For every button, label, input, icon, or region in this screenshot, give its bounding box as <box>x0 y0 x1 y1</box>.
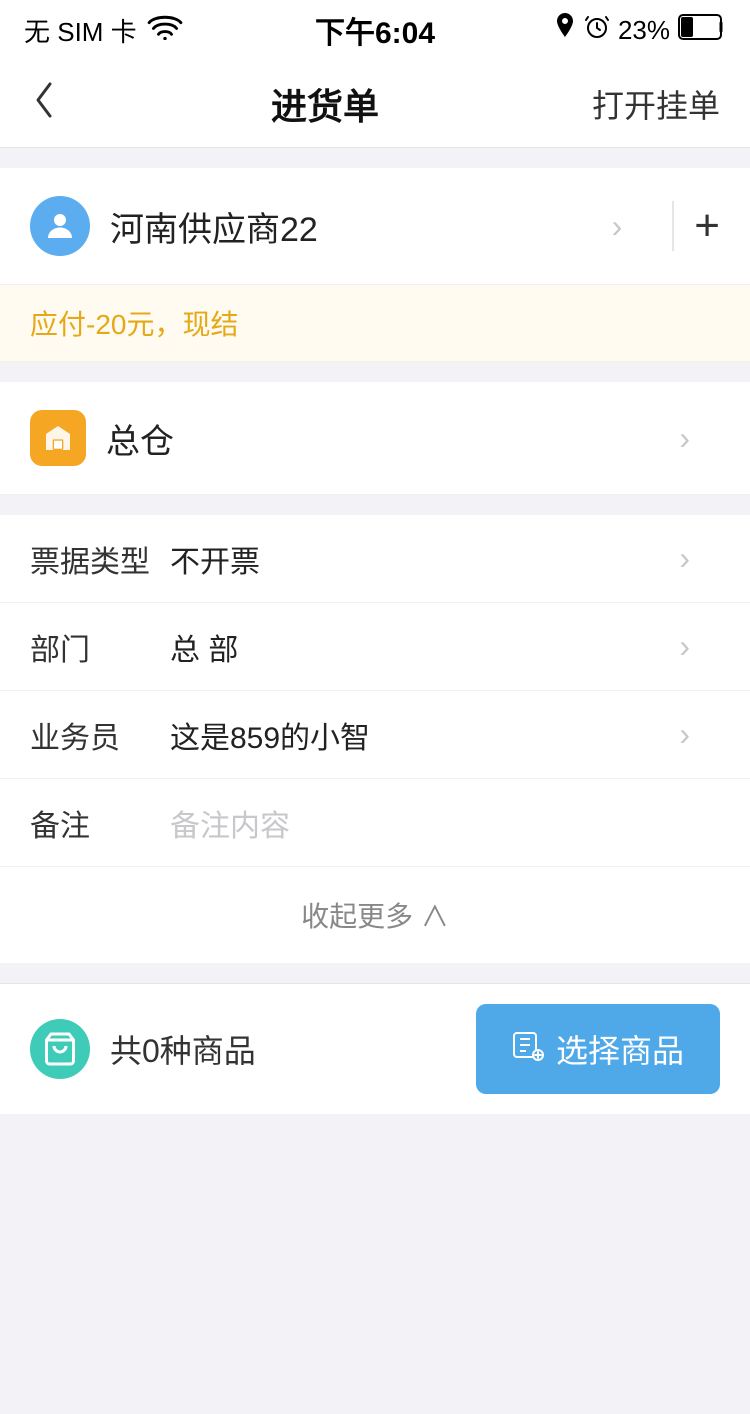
supplier-row[interactable]: 河南供应商22 › + <box>0 168 750 285</box>
carrier-label: 无 SIM 卡 <box>24 12 137 49</box>
product-count: 共0种商品 <box>110 1026 456 1072</box>
department-row[interactable]: 部门 总 部 › <box>0 603 750 691</box>
status-bar: 无 SIM 卡 下午6:04 23% <box>0 0 750 60</box>
invoice-chevron-icon: › <box>679 540 690 577</box>
form-section: 票据类型 不开票 › 部门 总 部 › 业务员 这是859的小智 › 备注 备注… <box>0 515 750 963</box>
page-title: 进货单 <box>271 78 379 130</box>
open-pending-button[interactable]: 打开挂单 <box>592 81 720 127</box>
collapse-label: 收起更多 ∧ <box>301 895 449 935</box>
supplier-name: 河南供应商22 <box>110 202 612 251</box>
status-right: 23% <box>554 13 726 48</box>
section-gap-2 <box>0 362 750 382</box>
main-background <box>0 1114 750 1414</box>
collapse-row[interactable]: 收起更多 ∧ <box>0 867 750 963</box>
battery-icon <box>678 14 726 47</box>
warehouse-icon <box>30 410 86 466</box>
remark-row[interactable]: 备注 备注内容 <box>0 779 750 867</box>
alarm-icon <box>584 13 610 48</box>
sales-chevron-icon: › <box>679 716 690 753</box>
wifi-icon <box>147 14 183 47</box>
select-icon <box>512 1029 544 1069</box>
supplier-section: 河南供应商22 › + 应付-20元，现结 <box>0 168 750 362</box>
nav-bar: 进货单 打开挂单 <box>0 60 750 148</box>
warehouse-name: 总仓 <box>106 414 679 463</box>
battery-label: 23% <box>618 15 670 46</box>
department-chevron-icon: › <box>679 628 690 665</box>
section-gap-1 <box>0 148 750 168</box>
location-icon <box>554 13 576 48</box>
status-time: 下午6:04 <box>315 8 435 52</box>
supplier-divider <box>672 201 674 251</box>
product-icon <box>30 1019 90 1079</box>
bottom-bar: 共0种商品 选择商品 <box>0 983 750 1114</box>
status-left: 无 SIM 卡 <box>24 12 183 49</box>
invoice-label: 票据类型 <box>30 537 170 581</box>
invoice-row[interactable]: 票据类型 不开票 › <box>0 515 750 603</box>
add-supplier-button[interactable]: + <box>694 201 720 251</box>
supplier-avatar <box>30 196 90 256</box>
warehouse-row[interactable]: 总仓 › <box>0 382 750 495</box>
department-value: 总 部 <box>170 625 679 669</box>
supplier-chevron-icon: › <box>612 208 623 245</box>
select-product-button[interactable]: 选择商品 <box>476 1004 720 1094</box>
section-gap-4 <box>0 963 750 983</box>
section-gap-3 <box>0 495 750 515</box>
remark-input[interactable]: 备注内容 <box>170 801 720 845</box>
supplier-notice: 应付-20元，现结 <box>0 285 750 362</box>
back-button[interactable] <box>30 78 58 130</box>
warehouse-chevron-icon: › <box>679 420 690 457</box>
department-label: 部门 <box>30 625 170 669</box>
sales-value: 这是859的小智 <box>170 713 679 757</box>
sales-label: 业务员 <box>30 713 170 757</box>
sales-row[interactable]: 业务员 这是859的小智 › <box>0 691 750 779</box>
invoice-value: 不开票 <box>170 537 679 581</box>
remark-label: 备注 <box>30 801 170 845</box>
select-product-label: 选择商品 <box>556 1026 684 1072</box>
